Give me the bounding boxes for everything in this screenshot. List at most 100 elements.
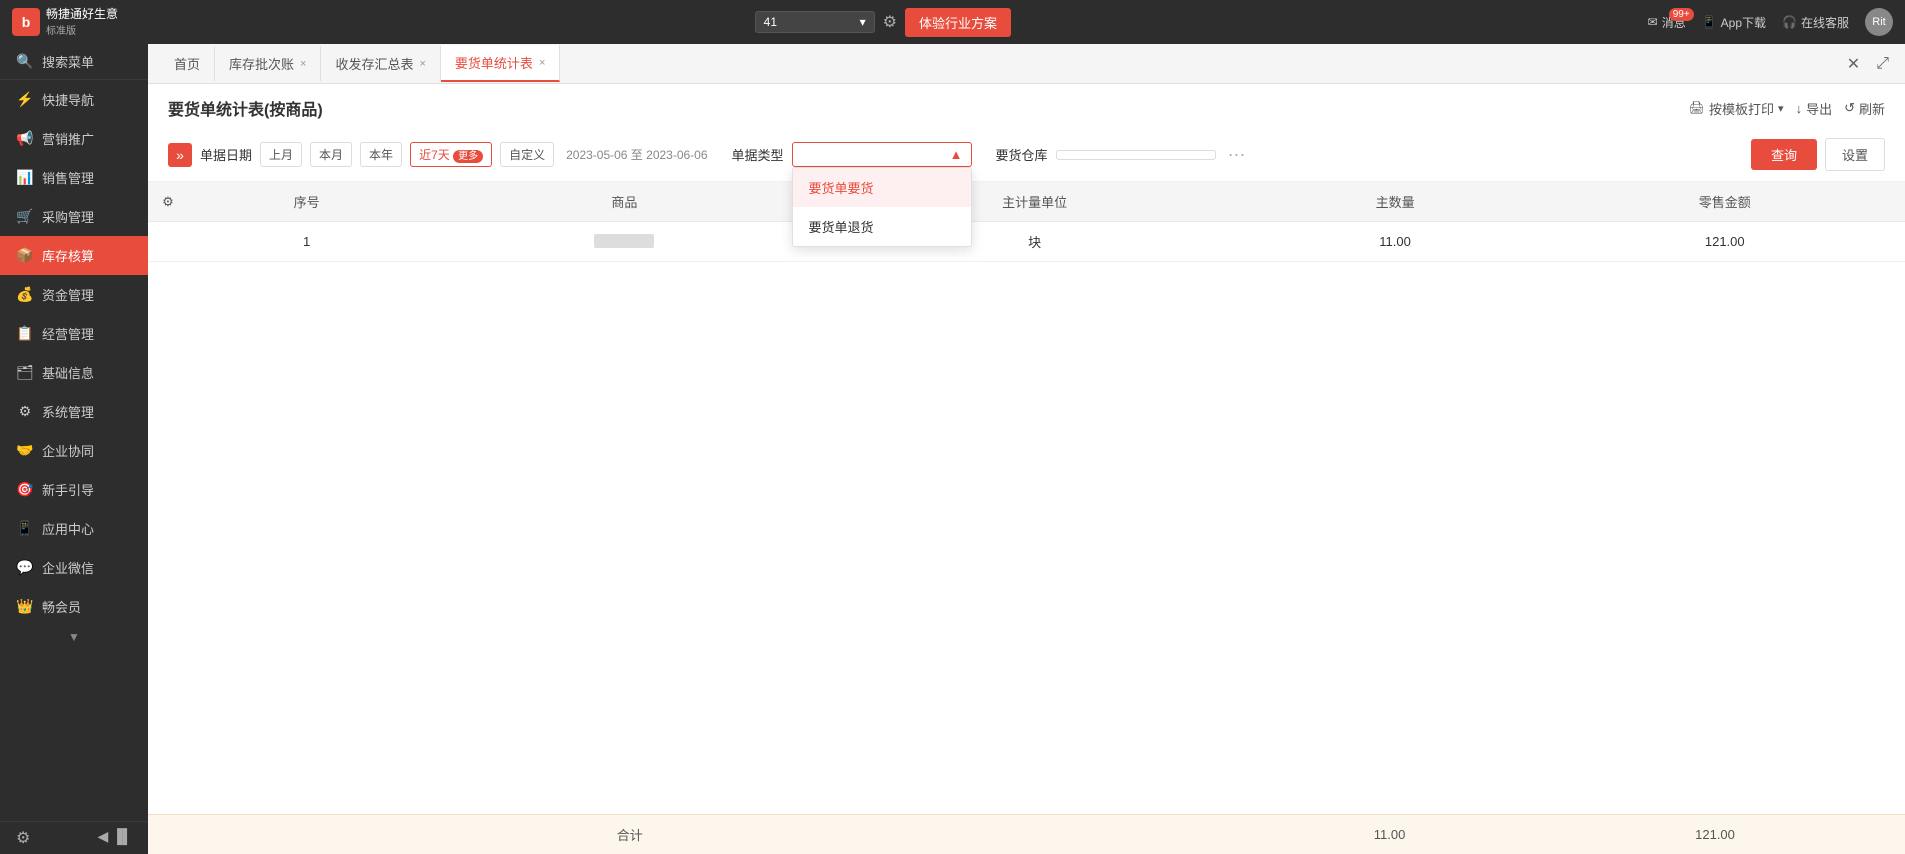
col-settings[interactable]: ⚙ (148, 182, 188, 222)
sidebar-item-label: 新手引导 (42, 480, 94, 499)
more-filter-icon[interactable]: ··· (1228, 144, 1246, 165)
refresh-button[interactable]: ↺ 刷新 (1844, 99, 1885, 118)
filter-row: » 单据日期 上月 本月 本年 近7天 更多 自定义 2023-05-06 至 … (168, 138, 1885, 171)
date-range: 2023-05-06 至 2023-06-06 (566, 146, 707, 163)
store-name: 41 (764, 15, 777, 29)
date-btn-custom[interactable]: 自定义 (500, 142, 554, 167)
tab-close-inventory-batch[interactable]: × (300, 58, 306, 70)
filter-expand-button[interactable]: » (168, 143, 192, 167)
print-icon: 🖨 (1689, 100, 1706, 116)
messages-badge: 99+ (1669, 8, 1694, 21)
sidebar-collapse-icon[interactable]: ◀ ▐▌ (98, 828, 133, 848)
sidebar-item-basic-info[interactable]: 🗂 基础信息 (0, 353, 148, 392)
chevron-down-icon: ▾ (1778, 102, 1784, 115)
header-center: 41 ▾ ⚙ 体验行业方案 (755, 8, 1011, 37)
tab-order-stats[interactable]: 要货单统计表 × (441, 45, 560, 82)
sidebar-item-marketing[interactable]: 📢 营销推广 (0, 119, 148, 158)
tab-close-all-button[interactable]: ✕ (1843, 50, 1864, 78)
sidebar-item-enterprise[interactable]: 🤝 企业协同 (0, 431, 148, 470)
sidebar-item-search[interactable]: 🔍 搜索菜单 (0, 44, 148, 80)
table-area: ⚙ 序号 商品 主计量单位 主数量 零售金额 1 (148, 182, 1905, 814)
page-actions: 🖨 按模板打印 ▾ ↓ 导出 ↺ 刷新 (1689, 99, 1886, 118)
sidebar-item-finance[interactable]: 💰 资金管理 (0, 275, 148, 314)
date-btn-last-month[interactable]: 上月 (260, 142, 302, 167)
cell-settings (148, 222, 188, 262)
wechat-icon: 💬 (16, 559, 34, 577)
guide-icon: 🎯 (16, 481, 34, 499)
logo-area: b 畅捷通好生意 标准版 (12, 7, 118, 38)
header-settings-icon[interactable]: ⚙ (883, 12, 897, 32)
online-service-action[interactable]: 🎧 在线客服 (1782, 14, 1849, 31)
date-btn-7days[interactable]: 近7天 更多 (410, 142, 492, 167)
sidebar-item-sales[interactable]: 📊 销售管理 (0, 158, 148, 197)
footer-qty: 11.00 (1374, 827, 1406, 842)
tabs-container: 首页库存批次账 ×收发存汇总表 ×要货单统计表 × (160, 45, 1843, 82)
tab-expand-button[interactable]: ⤢ (1872, 51, 1893, 77)
chevron-down-icon: ▾ (860, 15, 866, 29)
type-select[interactable]: ▲ (792, 142, 972, 167)
sidebar-settings-icon[interactable]: ⚙ (16, 828, 30, 848)
tab-home[interactable]: 首页 (160, 46, 215, 81)
messages-action[interactable]: ✉ 消息 99+ (1648, 14, 1686, 31)
dropdown-item-order-purchase[interactable]: 要货单要货 (793, 168, 971, 207)
trial-button[interactable]: 体验行业方案 (905, 8, 1011, 37)
quick-nav-icon: ⚡ (16, 91, 34, 109)
logo-icon: b (12, 8, 40, 36)
col-amount: 零售金额 (1544, 182, 1905, 222)
tab-close-receive-summary[interactable]: × (419, 58, 425, 70)
sidebar-items: ⚡ 快捷导航 📢 营销推广 📊 销售管理 🛒 采购管理 📦 库存核算 💰 资金管… (0, 80, 148, 626)
table-header: ⚙ 序号 商品 主计量单位 主数量 零售金额 (148, 182, 1905, 222)
type-label: 单据类型 (732, 145, 784, 164)
app-download-label: App下载 (1721, 14, 1766, 31)
scroll-down-icon[interactable]: ▼ (68, 630, 80, 644)
sidebar-item-guide[interactable]: 🎯 新手引导 (0, 470, 148, 509)
sidebar-item-system[interactable]: ⚙ 系统管理 (0, 392, 148, 431)
settings-button[interactable]: 设置 (1825, 138, 1885, 171)
chevron-up-icon: ▲ (950, 147, 963, 162)
tab-receive-summary[interactable]: 收发存汇总表 × (321, 46, 440, 81)
date-btn-this-month[interactable]: 本月 (310, 142, 352, 167)
logo-name: 畅捷通好生意 (46, 7, 118, 23)
print-label: 按模板打印 (1709, 99, 1774, 118)
cell-qty: 11.00 (1246, 222, 1545, 262)
sidebar: 🔍 搜索菜单 ⚡ 快捷导航 📢 营销推广 📊 销售管理 🛒 采购管理 📦 库存核… (0, 44, 148, 854)
warehouse-select[interactable] (1056, 150, 1216, 160)
content-area: 首页库存批次账 ×收发存汇总表 ×要货单统计表 × ✕ ⤢ 要货单统计表(按商品… (148, 44, 1905, 854)
query-button[interactable]: 查询 (1751, 139, 1817, 170)
table-header-row: ⚙ 序号 商品 主计量单位 主数量 零售金额 (148, 182, 1905, 222)
sidebar-item-member[interactable]: 👑 畅会员 (0, 587, 148, 626)
export-button[interactable]: ↓ 导出 (1796, 99, 1833, 118)
tab-label-order-stats: 要货单统计表 (455, 53, 533, 72)
header-left: b 畅捷通好生意 标准版 (12, 7, 118, 38)
footer-amount: 121.00 (1695, 827, 1735, 842)
type-select-wrapper: ▲ 要货单要货 要货单退货 (792, 142, 972, 167)
sidebar-item-quick-nav[interactable]: ⚡ 快捷导航 (0, 80, 148, 119)
logo-sub: 标准版 (46, 22, 118, 37)
sidebar-item-label: 基础信息 (42, 363, 94, 382)
sidebar-item-label: 采购管理 (42, 207, 94, 226)
sidebar-item-app-center[interactable]: 📱 应用中心 (0, 509, 148, 548)
dropdown-item-order-return[interactable]: 要货单退货 (793, 207, 971, 246)
top-header: b 畅捷通好生意 标准版 41 ▾ ⚙ 体验行业方案 ✉ 消息 99+ 📱 Ap… (0, 0, 1905, 44)
cell-goods (425, 222, 823, 262)
app-download-action[interactable]: 📱 App下载 (1702, 14, 1766, 31)
tab-inventory-batch[interactable]: 库存批次账 × (215, 46, 321, 81)
refresh-icon: ↺ (1844, 100, 1855, 116)
user-avatar[interactable]: Rit (1865, 8, 1893, 36)
sidebar-item-inventory[interactable]: 📦 库存核算 (0, 236, 148, 275)
sales-icon: 📊 (16, 169, 34, 187)
sidebar-item-label: 销售管理 (42, 168, 94, 187)
footer-label: 合计 (617, 828, 643, 843)
print-button[interactable]: 🖨 按模板打印 ▾ (1689, 99, 1784, 118)
tab-controls: ✕ ⤢ (1843, 50, 1893, 78)
date-btn-this-year[interactable]: 本年 (360, 142, 402, 167)
store-selector[interactable]: 41 ▾ (755, 11, 875, 33)
export-icon: ↓ (1796, 101, 1803, 116)
sidebar-scroll-down[interactable]: ▼ (0, 626, 148, 648)
data-table: ⚙ 序号 商品 主计量单位 主数量 零售金额 1 (148, 182, 1905, 262)
tab-close-order-stats[interactable]: × (539, 57, 545, 69)
sidebar-item-purchase[interactable]: 🛒 采购管理 (0, 197, 148, 236)
export-label: 导出 (1806, 99, 1832, 118)
sidebar-item-operations[interactable]: 📋 经营管理 (0, 314, 148, 353)
sidebar-item-wechat[interactable]: 💬 企业微信 (0, 548, 148, 587)
